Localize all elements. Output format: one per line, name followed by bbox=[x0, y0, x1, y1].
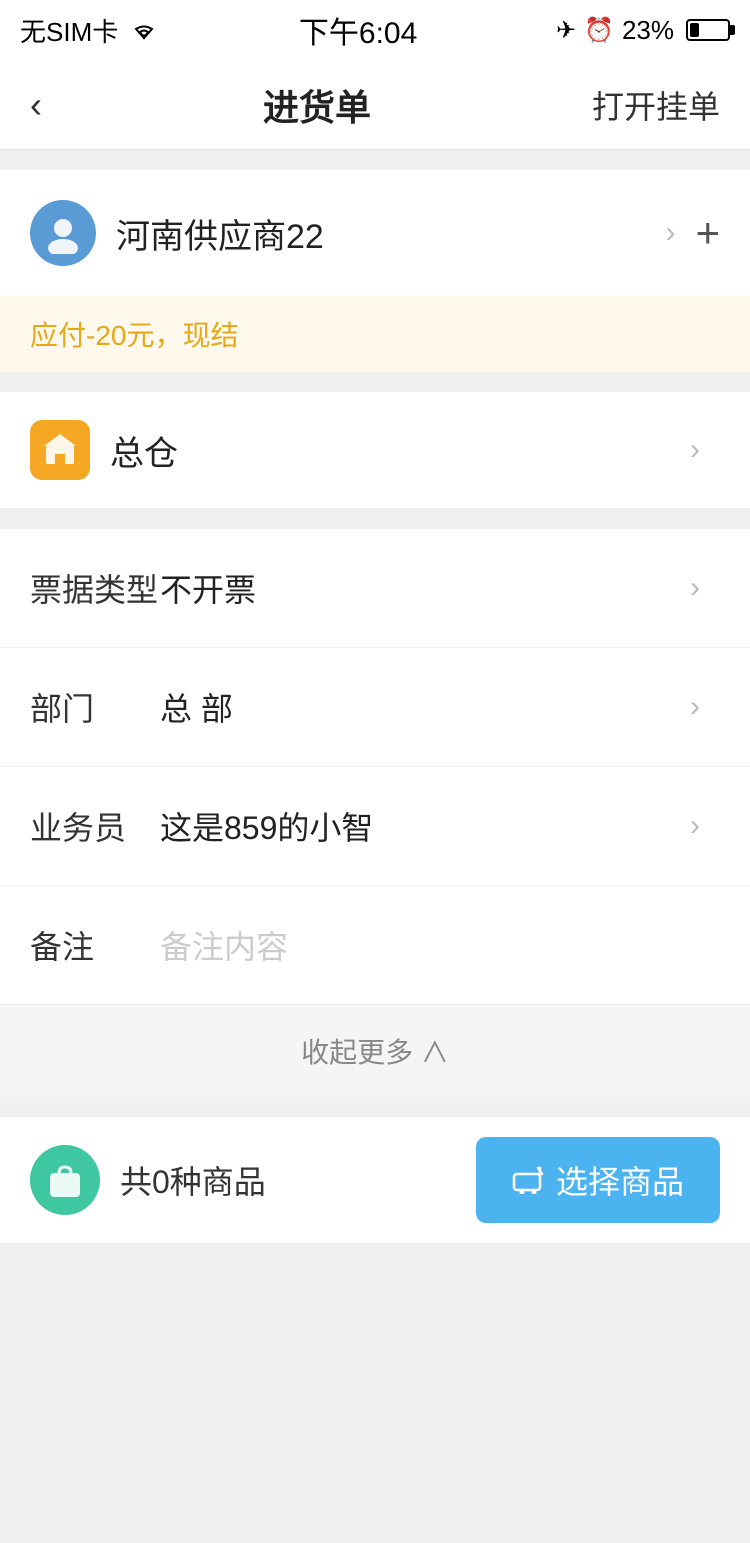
back-button[interactable]: ‹ bbox=[30, 84, 42, 126]
status-time: 下午6:04 bbox=[299, 8, 417, 52]
select-product-button[interactable]: 选择商品 bbox=[476, 1137, 720, 1223]
invoice-type-chevron: › bbox=[690, 571, 700, 605]
add-button[interactable]: + bbox=[695, 209, 720, 257]
invoice-type-row[interactable]: 票据类型 不开票 › bbox=[0, 528, 750, 647]
remark-row[interactable]: 备注 备注内容 bbox=[0, 885, 750, 1004]
warehouse-chevron-icon: › bbox=[690, 433, 700, 467]
divider-2 bbox=[0, 372, 750, 392]
warehouse-icon bbox=[42, 432, 78, 468]
select-product-label: 选择商品 bbox=[556, 1157, 684, 1203]
invoice-type-label: 票据类型 bbox=[30, 565, 160, 611]
department-row[interactable]: 部门 总 部 › bbox=[0, 647, 750, 766]
open-pending-button[interactable]: 打开挂单 bbox=[592, 82, 720, 128]
supplier-section: 河南供应商22 › + bbox=[0, 170, 750, 296]
supplier-avatar bbox=[30, 200, 96, 266]
department-chevron: › bbox=[690, 690, 700, 724]
warehouse-row[interactable]: 总仓 › bbox=[0, 392, 750, 508]
supplier-name: 河南供应商22 bbox=[116, 209, 665, 258]
product-count: 共0种商品 bbox=[120, 1157, 476, 1203]
divider-1 bbox=[0, 150, 750, 170]
salesperson-value: 这是859的小智 bbox=[160, 803, 690, 849]
status-carrier: 无SIM卡 bbox=[20, 12, 160, 49]
empty-area bbox=[0, 1243, 750, 1543]
remark-placeholder[interactable]: 备注内容 bbox=[160, 922, 720, 968]
product-icon-wrap bbox=[30, 1145, 100, 1215]
department-label: 部门 bbox=[30, 684, 160, 730]
status-right: ✈ ⏰ 23% bbox=[556, 15, 730, 46]
invoice-type-value: 不开票 bbox=[160, 565, 690, 611]
page-title: 进货单 bbox=[263, 79, 371, 131]
warehouse-label: 总仓 bbox=[110, 426, 690, 475]
collapse-label: 收起更多 ∧ bbox=[301, 1037, 449, 1068]
alert-row: 应付-20元，现结 bbox=[0, 296, 750, 372]
cart-icon bbox=[512, 1166, 546, 1194]
salesperson-label: 业务员 bbox=[30, 803, 160, 849]
product-bag-icon bbox=[44, 1159, 86, 1201]
supplier-chevron-icon: › bbox=[665, 216, 675, 250]
carrier-text: 无SIM卡 bbox=[20, 12, 118, 49]
status-bar: 无SIM卡 下午6:04 ✈ ⏰ 23% bbox=[0, 0, 750, 60]
battery-icon bbox=[686, 19, 730, 41]
bottom-bar: 共0种商品 选择商品 bbox=[0, 1117, 750, 1243]
department-value: 总 部 bbox=[160, 684, 690, 730]
collapse-row[interactable]: 收起更多 ∧ bbox=[0, 1004, 750, 1097]
supplier-row[interactable]: 河南供应商22 › + bbox=[30, 170, 720, 296]
salesperson-chevron: › bbox=[690, 809, 700, 843]
nav-bar: ‹ 进货单 打开挂单 bbox=[0, 60, 750, 150]
location-icon: ✈ bbox=[556, 16, 576, 45]
battery-percent: 23% bbox=[622, 15, 674, 46]
user-avatar-icon bbox=[42, 212, 84, 254]
remark-label: 备注 bbox=[30, 922, 160, 968]
wifi-icon bbox=[128, 18, 160, 42]
divider-4 bbox=[0, 1097, 750, 1117]
alert-text: 应付-20元，现结 bbox=[30, 320, 238, 351]
salesperson-row[interactable]: 业务员 这是859的小智 › bbox=[0, 766, 750, 885]
form-section: 票据类型 不开票 › 部门 总 部 › 业务员 这是859的小智 › 备注 备注… bbox=[0, 528, 750, 1004]
divider-3 bbox=[0, 508, 750, 528]
warehouse-icon-wrap bbox=[30, 420, 90, 480]
alarm-icon: ⏰ bbox=[584, 16, 614, 45]
